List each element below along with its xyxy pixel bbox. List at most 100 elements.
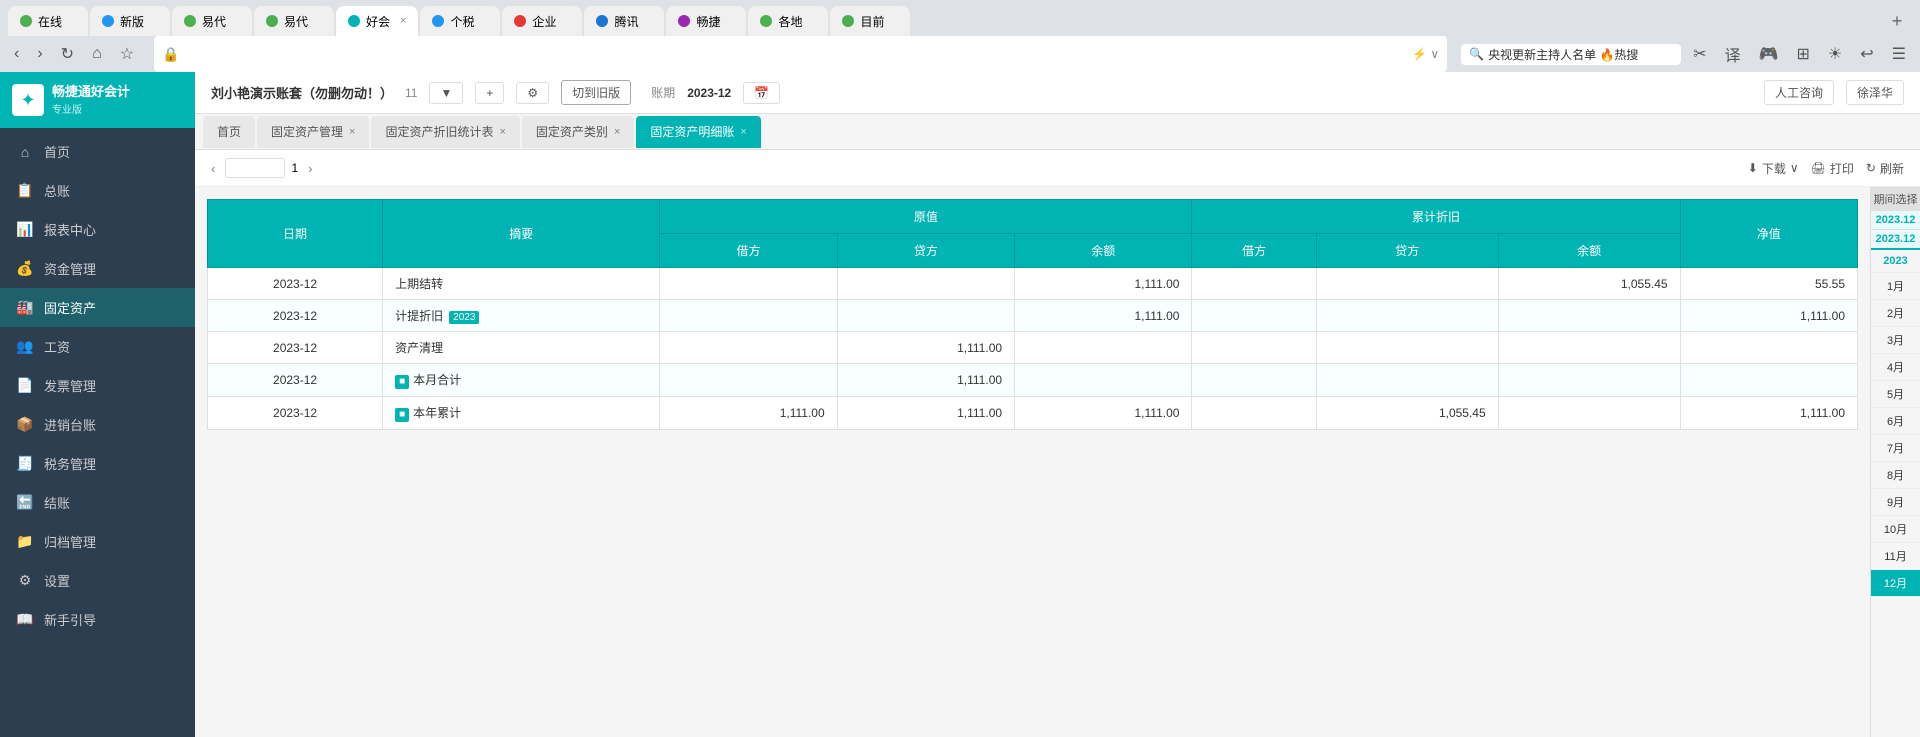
new-tab-button[interactable]: + [1882, 6, 1912, 36]
top-bar: 刘小艳演示账套（勿删勿动！） 11 ▼ + ⚙ 切到旧版 账期 2023-12 … [195, 72, 1920, 114]
next-page-btn[interactable]: › [308, 161, 312, 176]
sidebar-icon: 📁 [16, 533, 34, 551]
sidebar-item-新手引导[interactable]: 📖新手引导 [0, 600, 195, 639]
period-month-item[interactable]: 10月 [1871, 516, 1920, 543]
period-selected-bottom[interactable]: 2023.12 [1871, 230, 1920, 250]
th-accumulated: 累计折旧 [1192, 200, 1680, 234]
sidebar-item-资金管理[interactable]: 💰资金管理 [0, 249, 195, 288]
address-input[interactable]: https://cloud.chanjet.com/accounting/uw1… [188, 47, 1405, 62]
dropdown-btn[interactable]: ▼ [429, 82, 463, 104]
page-tab-固定资产类别[interactable]: 固定资产类别× [522, 116, 634, 148]
sidebar: ✦ 畅捷通好会计 专业版 ⌂首页📋总账📊报表中心💰资金管理🏭固定资产👥工资📄发票… [0, 72, 195, 737]
browser-tab-bar: 在线新版易代易代好会×个税企业腾讯畅捷各地目前 + [0, 0, 1920, 36]
grid-button[interactable]: ⊞ [1791, 42, 1816, 66]
page-tab-close-icon[interactable]: × [614, 126, 620, 138]
consult-btn[interactable]: 人工咨询 [1764, 80, 1834, 105]
sidebar-item-归档管理[interactable]: 📁归档管理 [0, 522, 195, 561]
forward-button[interactable]: › [31, 43, 48, 65]
period-month-item[interactable]: 7月 [1871, 435, 1920, 462]
cell-accum-debit [1192, 364, 1316, 397]
scissors-button[interactable]: ✂ [1687, 42, 1712, 66]
period-month-item[interactable]: 4月 [1871, 354, 1920, 381]
period-month-item[interactable]: 12月 [1871, 570, 1920, 597]
bookmark-button[interactable]: ☆ [114, 42, 140, 66]
browser-tab[interactable]: 各地 [748, 6, 828, 36]
cell-orig-credit: 1,111.00 [837, 397, 1014, 430]
sidebar-icon: ⚙ [16, 572, 34, 590]
translate-button[interactable]: 译 [1719, 40, 1747, 68]
browser-tab[interactable]: 在线 [8, 6, 88, 36]
search-bar: 🔍 央视更新主持人名单 🔥热搜 [1461, 44, 1681, 65]
pagination-controls: 000001 1 [225, 158, 298, 178]
sidebar-item-设置[interactable]: ⚙设置 [0, 561, 195, 600]
cell-accum-credit: 1,055.45 [1316, 397, 1498, 430]
page-tab-固定资产管理[interactable]: 固定资产管理× [257, 116, 369, 148]
cell-summary: ■本月合计 [383, 364, 660, 397]
sidebar-item-报表中心[interactable]: 📊报表中心 [0, 210, 195, 249]
sidebar-item-固定资产[interactable]: 🏭固定资产 [0, 288, 195, 327]
period-month-item[interactable]: 3月 [1871, 327, 1920, 354]
period-month-item[interactable]: 8月 [1871, 462, 1920, 489]
period-selected-top[interactable]: 2023.12 [1871, 211, 1920, 230]
logo-sub: 专业版 [52, 101, 130, 116]
page-tab-首页[interactable]: 首页 [203, 116, 255, 148]
history-back-button[interactable]: ↩ [1854, 42, 1879, 66]
sidebar-item-税务管理[interactable]: 🧾税务管理 [0, 444, 195, 483]
sidebar-item-首页[interactable]: ⌂首页 [0, 132, 195, 171]
period-month-item[interactable]: 11月 [1871, 543, 1920, 570]
browser-tab[interactable]: 企业 [502, 6, 582, 36]
extensions-button[interactable]: 🎮 [1753, 42, 1785, 66]
cell-net-value: 1,111.00 [1680, 300, 1857, 332]
cell-orig-debit [660, 268, 837, 300]
download-btn[interactable]: ⬇ 下载 ∨ [1748, 160, 1799, 177]
browser-tab[interactable]: 新版 [90, 6, 170, 36]
browser-tab[interactable]: 腾讯 [584, 6, 664, 36]
sidebar-icon: 📄 [16, 377, 34, 395]
browser-tab[interactable]: 好会× [336, 6, 418, 36]
page-tab-close-icon[interactable]: × [499, 126, 505, 138]
page-tab-固定资产折旧统计表[interactable]: 固定资产折旧统计表× [371, 116, 519, 148]
page-tab-close-icon[interactable]: × [349, 126, 355, 138]
reload-button[interactable]: ↻ [55, 42, 80, 66]
browser-tab[interactable]: 易代 [172, 6, 252, 36]
menu-button[interactable]: ☰ [1886, 42, 1912, 66]
switch-version-btn[interactable]: 切到旧版 [561, 80, 631, 105]
add-btn[interactable]: + [475, 82, 504, 104]
period-month-item[interactable]: 2月 [1871, 300, 1920, 327]
period-month-item[interactable]: 2023 [1871, 250, 1920, 273]
refresh-btn[interactable]: ↻ 刷新 [1866, 160, 1904, 177]
logo-text: 畅捷通好会计 [52, 84, 130, 101]
cell-date: 2023-12 [208, 268, 383, 300]
th-orig-debit: 借方 [660, 234, 837, 268]
page-tab-close-icon[interactable]: × [740, 126, 746, 138]
theme-button[interactable]: ☀ [1822, 42, 1848, 66]
browser-tab[interactable]: 个税 [420, 6, 500, 36]
print-btn[interactable]: 🖨 打印 [1811, 160, 1854, 177]
th-summary: 摘要 [383, 200, 660, 268]
sidebar-item-发票管理[interactable]: 📄发票管理 [0, 366, 195, 405]
download-chevron-icon: ∨ [1790, 161, 1799, 175]
prev-page-btn[interactable]: ‹ [211, 161, 215, 176]
period-month-item[interactable]: 6月 [1871, 408, 1920, 435]
home-button[interactable]: ⌂ [86, 43, 108, 65]
sidebar-item-工资[interactable]: 👥工资 [0, 327, 195, 366]
user-btn[interactable]: 徐泽华 [1846, 80, 1904, 105]
browser-tab[interactable]: 目前 [830, 6, 910, 36]
cell-accum-credit [1316, 300, 1498, 332]
period-month-item[interactable]: 9月 [1871, 489, 1920, 516]
page-tab-固定资产明细账[interactable]: 固定资产明细账× [636, 116, 760, 148]
table-row: 2023-12 计提折旧2023 1,111.00 1,111.00 [208, 300, 1858, 332]
browser-tab[interactable]: 畅捷 [666, 6, 746, 36]
page-num: 1 [291, 161, 298, 175]
period-month-item[interactable]: 5月 [1871, 381, 1920, 408]
refresh-icon: ↻ [1866, 161, 1876, 175]
sidebar-item-总账[interactable]: 📋总账 [0, 171, 195, 210]
page-code-input[interactable]: 000001 [225, 158, 285, 178]
settings-small-btn[interactable]: ⚙ [516, 82, 549, 104]
sidebar-item-结账[interactable]: 🔚结账 [0, 483, 195, 522]
sidebar-item-进销台账[interactable]: 📦进销台账 [0, 405, 195, 444]
browser-tab[interactable]: 易代 [254, 6, 334, 36]
back-button[interactable]: ‹ [8, 43, 25, 65]
period-edit-btn[interactable]: 📅 [743, 82, 780, 104]
period-month-item[interactable]: 1月 [1871, 273, 1920, 300]
